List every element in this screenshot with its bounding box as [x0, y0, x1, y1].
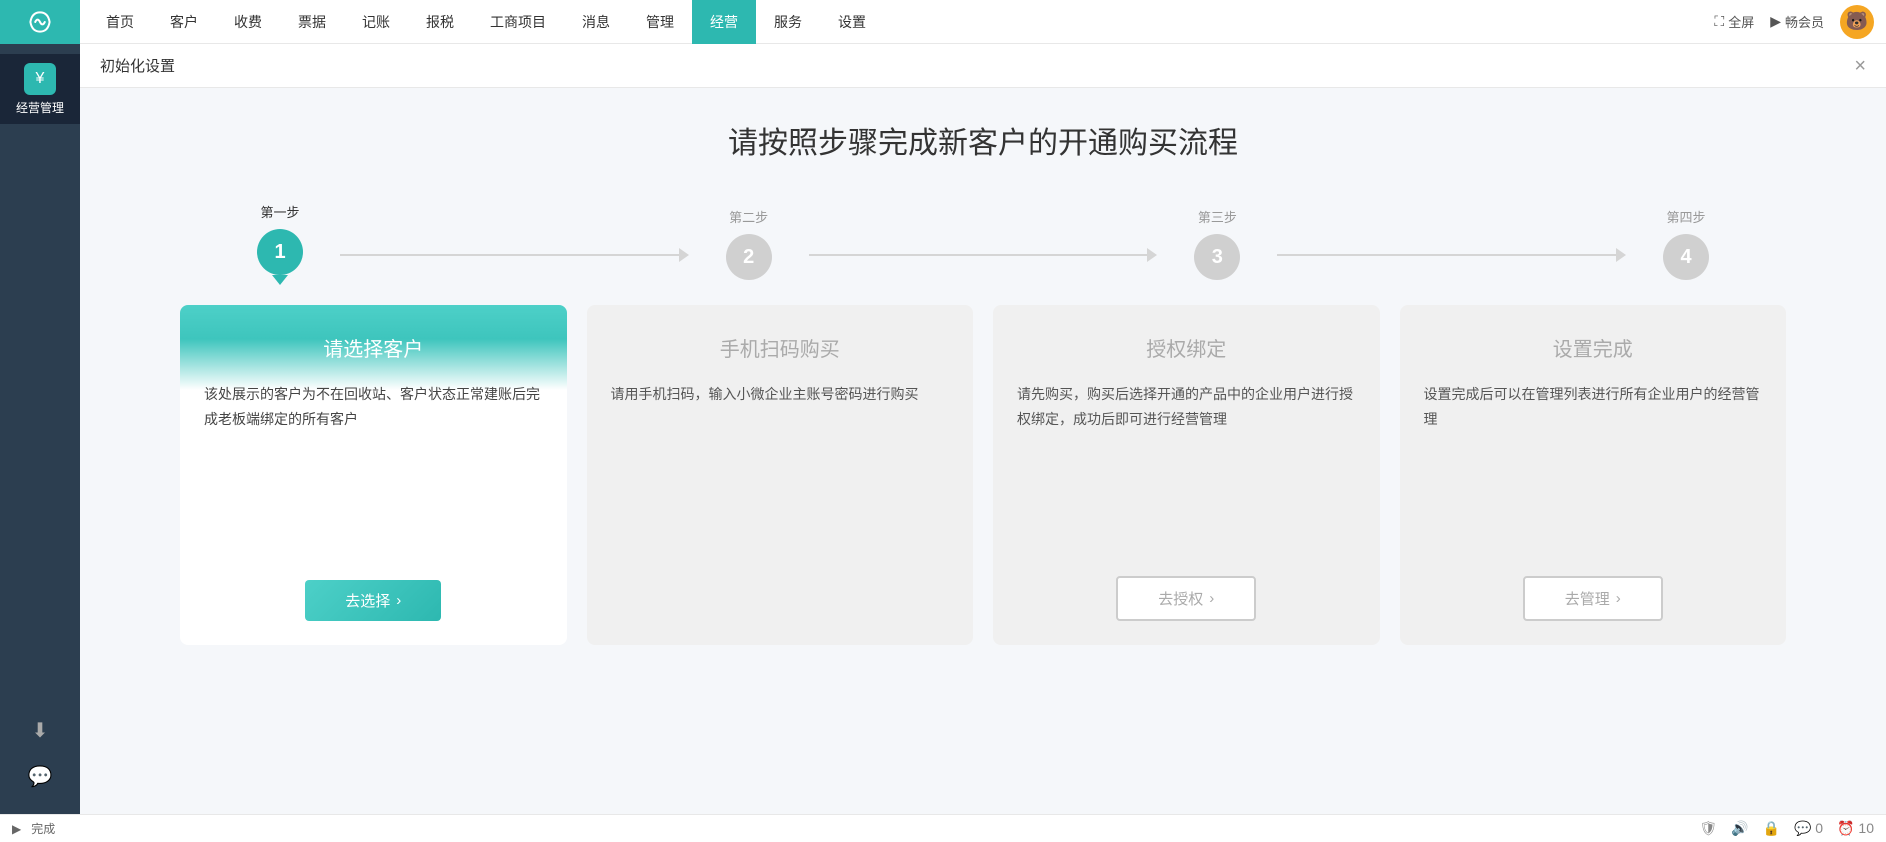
- fullscreen-label: 全屏: [1728, 12, 1754, 31]
- vip-label: 畅会员: [1785, 12, 1824, 31]
- card-2: 手机扫码购买 请用手机扫码，输入小微企业主账号密码进行购买: [587, 305, 974, 645]
- card-2-title: 手机扫码购买: [611, 333, 950, 362]
- step-2: 第二步 2: [689, 207, 809, 280]
- volume-icon: 🔊: [1731, 820, 1748, 837]
- support-icon[interactable]: 💬: [22, 758, 58, 794]
- main-area: 初始化设置 × 请按照步骤完成新客户的开通购买流程 第一步 1 第二步: [80, 44, 1886, 814]
- card-4-body: 设置完成后可以在管理列表进行所有企业用户的经营管理: [1424, 382, 1763, 556]
- step-4-circle: 4: [1663, 234, 1709, 280]
- card-3-title: 授权绑定: [1017, 333, 1356, 362]
- time-icon: ⏰ 10: [1837, 820, 1874, 837]
- nav-operation[interactable]: 经营: [692, 0, 756, 44]
- nav-message[interactable]: 消息: [564, 0, 628, 44]
- nav-fee[interactable]: 收费: [216, 0, 280, 44]
- go-select-label: 去选择: [345, 590, 390, 611]
- page-header: 初始化设置 ×: [80, 44, 1886, 88]
- message-count: 💬 0: [1794, 820, 1823, 837]
- nav-customer[interactable]: 客户: [152, 0, 216, 44]
- arrow-1: [340, 248, 689, 262]
- step-2-label: 第二步: [729, 207, 768, 226]
- step-1-label: 第一步: [260, 202, 299, 221]
- nav-settings[interactable]: 设置: [820, 0, 884, 44]
- step-3-label: 第三步: [1198, 207, 1237, 226]
- arrow-3: [1277, 248, 1626, 262]
- go-authorize-button[interactable]: 去授权 ›: [1116, 576, 1256, 621]
- go-select-button[interactable]: 去选择 ›: [305, 580, 441, 621]
- download-icon[interactable]: ⬇: [22, 712, 58, 748]
- step-1: 第一步 1: [220, 202, 340, 285]
- step-2-circle: 2: [726, 234, 772, 280]
- go-manage-label: 去管理: [1565, 588, 1610, 609]
- step-3-circle: 3: [1194, 234, 1240, 280]
- step-1-circle: 1: [257, 229, 303, 275]
- shield-icon: 🛡: [1699, 820, 1717, 837]
- operation-icon: ¥: [24, 63, 56, 95]
- nav-biz[interactable]: 工商项目: [472, 0, 564, 44]
- avatar[interactable]: 🐻: [1840, 5, 1874, 39]
- step-4: 第四步 4: [1626, 207, 1746, 280]
- go-authorize-arrow: ›: [1209, 590, 1214, 607]
- nav-manage[interactable]: 管理: [628, 0, 692, 44]
- card-4-title: 设置完成: [1424, 333, 1763, 362]
- close-button[interactable]: ×: [1854, 56, 1866, 76]
- main-title: 请按照步骤完成新客户的开通购买流程: [140, 118, 1826, 162]
- nav-invoice[interactable]: 票据: [280, 0, 344, 44]
- nav-bookkeeping[interactable]: 记账: [344, 0, 408, 44]
- fullscreen-btn[interactable]: ⛶ 全屏: [1714, 12, 1754, 31]
- play-icon: ▶: [12, 822, 21, 836]
- card-1-body: 该处展示的客户为不在回收站、客户状态正常建账后完成老板端绑定的所有客户: [204, 382, 543, 560]
- nav-tax[interactable]: 报税: [408, 0, 472, 44]
- nav-service[interactable]: 服务: [756, 0, 820, 44]
- nav-home[interactable]: 首页: [88, 0, 152, 44]
- content-area: 请按照步骤完成新客户的开通购买流程 第一步 1 第二步 2: [80, 88, 1886, 814]
- card-3-body: 请先购买，购买后选择开通的产品中的企业用户进行授权绑定，成功后即可进行经营管理: [1017, 382, 1356, 556]
- sidebar-item-operation[interactable]: ¥ 经营管理: [0, 54, 80, 124]
- step-1-pointer: [272, 275, 288, 285]
- status-label: 完成: [31, 820, 55, 837]
- nav-items: 首页 客户 收费 票据 记账 报税 工商项目 消息 管理 经营 服务 设置: [88, 0, 1714, 44]
- card-1-title: 请选择客户: [204, 333, 543, 362]
- app-logo: [0, 0, 80, 44]
- vip-btn[interactable]: ▶ 畅会员: [1770, 12, 1824, 31]
- lock-icon: 🔒: [1763, 820, 1780, 837]
- card-1: 请选择客户 该处展示的客户为不在回收站、客户状态正常建账后完成老板端绑定的所有客…: [180, 305, 567, 645]
- step-4-label: 第四步: [1667, 207, 1706, 226]
- vip-icon: ▶: [1770, 13, 1781, 30]
- sidebar: ¥ 经营管理 ⬇ 💬: [0, 44, 80, 814]
- cards-row: 请选择客户 该处展示的客户为不在回收站、客户状态正常建账后完成老板端绑定的所有客…: [140, 305, 1826, 645]
- steps-row: 第一步 1 第二步 2 第: [140, 202, 1826, 285]
- go-select-arrow: ›: [396, 592, 401, 609]
- step-3: 第三步 3: [1157, 207, 1277, 280]
- card-3: 授权绑定 请先购买，购买后选择开通的产品中的企业用户进行授权绑定，成功后即可进行…: [993, 305, 1380, 645]
- status-bar: ▶ 完成 🛡 🔊 🔒 💬 0 ⏰ 10: [0, 814, 1886, 842]
- arrow-2: [809, 248, 1158, 262]
- go-manage-button[interactable]: 去管理 ›: [1523, 576, 1663, 621]
- page-title: 初始化设置: [100, 55, 175, 76]
- card-2-body: 请用手机扫码，输入小微企业主账号密码进行购买: [611, 382, 950, 601]
- sidebar-item-label: 经营管理: [16, 99, 64, 116]
- card-4: 设置完成 设置完成后可以在管理列表进行所有企业用户的经营管理 去管理 ›: [1400, 305, 1787, 645]
- fullscreen-icon: ⛶: [1714, 13, 1724, 30]
- go-manage-arrow: ›: [1616, 590, 1621, 607]
- go-authorize-label: 去授权: [1158, 588, 1203, 609]
